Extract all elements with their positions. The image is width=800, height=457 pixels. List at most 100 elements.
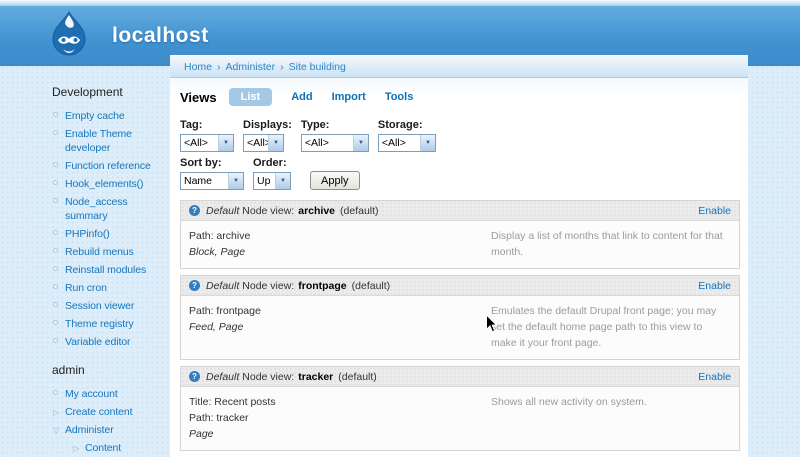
menu-leaf-icon <box>53 130 58 135</box>
view-row-body: Path: frontpage Feed, Page Emulates the d… <box>181 296 739 359</box>
view-row-header: ? Default Node view: archive (default) E… <box>181 201 739 221</box>
view-row-header: ? Default Node view: tracker (default) E… <box>181 367 739 387</box>
view-details: Title: Recent posts Path: tracker Page <box>189 394 491 442</box>
sidebar-item-label[interactable]: Function reference <box>65 160 151 172</box>
view-description: Display a list of months that link to co… <box>491 230 723 258</box>
sidebar-item-label[interactable]: Node_access summary <box>65 196 128 222</box>
view-description: Shows all new activity on system. <box>491 396 647 408</box>
selected-value: <All> <box>381 137 406 149</box>
enable-link[interactable]: Enable <box>698 280 731 292</box>
help-icon[interactable]: ? <box>189 371 200 382</box>
breadcrumb-link[interactable]: Administer <box>226 61 276 73</box>
sidebar-item-label[interactable]: Reinstall modules <box>65 264 146 276</box>
filter-row-2: Sort by: Name ▼ Order: Up ▼ Apply <box>180 157 740 190</box>
site-name[interactable]: localhost <box>112 24 209 48</box>
sidebar-item-run-cron[interactable]: Run cron <box>52 281 164 295</box>
main-content: Views List Add Import Tools Tag: <All> ▼ Displ… <box>170 78 748 457</box>
view-default-suffix: (default) <box>340 204 379 217</box>
menu-leaf-icon <box>53 302 58 307</box>
tab-import[interactable]: Import <box>332 91 366 103</box>
sidebar-item-label[interactable]: Theme registry <box>65 318 134 330</box>
sidebar-item-reinstall-modules[interactable]: Reinstall modules <box>52 263 164 277</box>
menu-expanded-icon <box>53 426 59 440</box>
enable-link[interactable]: Enable <box>698 371 731 383</box>
apply-button[interactable]: Apply <box>310 171 360 190</box>
menu-leaf-icon <box>53 338 58 343</box>
menu-collapsed-icon <box>53 408 59 422</box>
sidebar-item-label[interactable]: Enable Theme developer <box>65 128 132 154</box>
sidebar-item-empty-cache[interactable]: Empty cache <box>52 109 164 123</box>
filter-label-order: Order: <box>253 157 287 169</box>
menu-leaf-icon <box>53 390 58 395</box>
sidebar-item-create-content[interactable]: Create content <box>52 405 164 419</box>
filter-label-sortby: Sort by: <box>180 157 222 169</box>
sidebar-item-label[interactable]: Rebuild menus <box>65 246 134 258</box>
help-icon[interactable]: ? <box>189 205 200 216</box>
enable-link[interactable]: Enable <box>698 205 731 217</box>
sidebar-section-title: admin <box>52 363 85 377</box>
sortby-select[interactable]: Name ▼ <box>180 172 244 190</box>
sidebar-item-administer[interactable]: Administer <box>52 423 164 437</box>
breadcrumb-link[interactable]: Site building <box>289 61 346 73</box>
dropdown-arrow-icon: ▼ <box>419 135 435 151</box>
menu-leaf-icon <box>53 162 58 167</box>
tab-list[interactable]: List <box>228 88 273 106</box>
sidebar-item-label[interactable]: Session viewer <box>65 300 134 312</box>
sidebar-item-label[interactable]: Administer <box>65 424 114 436</box>
type-select[interactable]: <All> ▼ <box>300 134 369 152</box>
sidebar-item-label[interactable]: Variable editor <box>65 336 131 348</box>
sidebar-item-my-account[interactable]: My account <box>52 387 164 401</box>
tabs-bar: List Add Import Tools <box>228 88 414 106</box>
filter-label-displays: Displays: <box>243 119 292 131</box>
view-row: ? Default Node view: archive (default) E… <box>180 200 740 269</box>
sidebar-item-content-management[interactable]: Content management <box>72 441 164 457</box>
tag-select[interactable]: <All> ▼ <box>180 134 234 152</box>
sidebar-item-session-viewer[interactable]: Session viewer <box>52 299 164 313</box>
drupal-logo-icon[interactable] <box>48 9 90 59</box>
sidebar-item-label[interactable]: Hook_elements() <box>65 178 144 190</box>
view-detail-line: Page <box>189 428 214 440</box>
sidebar-item-variable-editor[interactable]: Variable editor <box>52 335 164 349</box>
filter-type: Type: <All> ▼ <box>300 119 369 152</box>
tab-tools[interactable]: Tools <box>385 91 414 103</box>
view-description: Emulates the default Drupal front page; … <box>491 305 717 349</box>
sidebar-item-phpinfo-[interactable]: PHPinfo() <box>52 227 164 241</box>
filter-label-storage: Storage: <box>377 119 423 131</box>
sidebar-item-label[interactable]: Create content <box>65 406 133 418</box>
sidebar-item-label[interactable]: My account <box>65 388 118 400</box>
sidebar-item-rebuild-menus[interactable]: Rebuild menus <box>52 245 164 259</box>
storage-select[interactable]: <All> ▼ <box>377 134 436 152</box>
selected-value: <All> <box>304 137 329 149</box>
tab-add[interactable]: Add <box>291 91 312 103</box>
sidebar-item-label[interactable]: Empty cache <box>65 110 125 122</box>
help-icon[interactable]: ? <box>189 280 200 291</box>
view-detail-line: Path: frontpage <box>189 305 261 317</box>
view-detail-line: Feed, Page <box>189 321 244 333</box>
filter-displays: Displays: <All> ▼ <box>243 119 292 152</box>
sidebar-item-hook-elements-[interactable]: Hook_elements() <box>52 177 164 191</box>
title-row: Views List Add Import Tools <box>180 88 740 106</box>
view-detail-line: Title: Recent posts <box>189 396 276 408</box>
view-type-label: Default <box>206 204 240 217</box>
drupal-admin-page: localhost Development Empty cache Enable T… <box>0 0 800 457</box>
dropdown-arrow-icon: ▼ <box>268 135 283 151</box>
dropdown-arrow-icon: ▼ <box>218 135 233 151</box>
order-select[interactable]: Up ▼ <box>253 172 291 190</box>
sidebar-item-node-access-summary[interactable]: Node_access summary <box>52 195 164 223</box>
sidebar-item-label[interactable]: Run cron <box>65 282 107 294</box>
sidebar-item-label[interactable]: PHPinfo() <box>65 228 110 240</box>
sidebar-item-function-reference[interactable]: Function reference <box>52 159 164 173</box>
dropdown-arrow-icon: ▼ <box>275 173 290 189</box>
displays-select[interactable]: <All> ▼ <box>243 134 284 152</box>
sidebar-item-enable-theme-developer[interactable]: Enable Theme developer <box>52 127 164 155</box>
view-detail-line: Block, Page <box>189 246 246 258</box>
sidebar-item-label[interactable]: Content management <box>85 442 145 457</box>
view-default-suffix: (default) <box>351 279 391 292</box>
view-type-label: Default <box>206 370 240 383</box>
selected-value: <All> <box>184 137 208 149</box>
view-default-suffix: (default) <box>338 370 377 383</box>
view-name: frontpage <box>298 279 347 292</box>
sidebar-item-theme-registry[interactable]: Theme registry <box>52 317 164 331</box>
filter-label-tag: Tag: <box>180 119 203 131</box>
breadcrumb-link[interactable]: Home <box>184 61 212 73</box>
